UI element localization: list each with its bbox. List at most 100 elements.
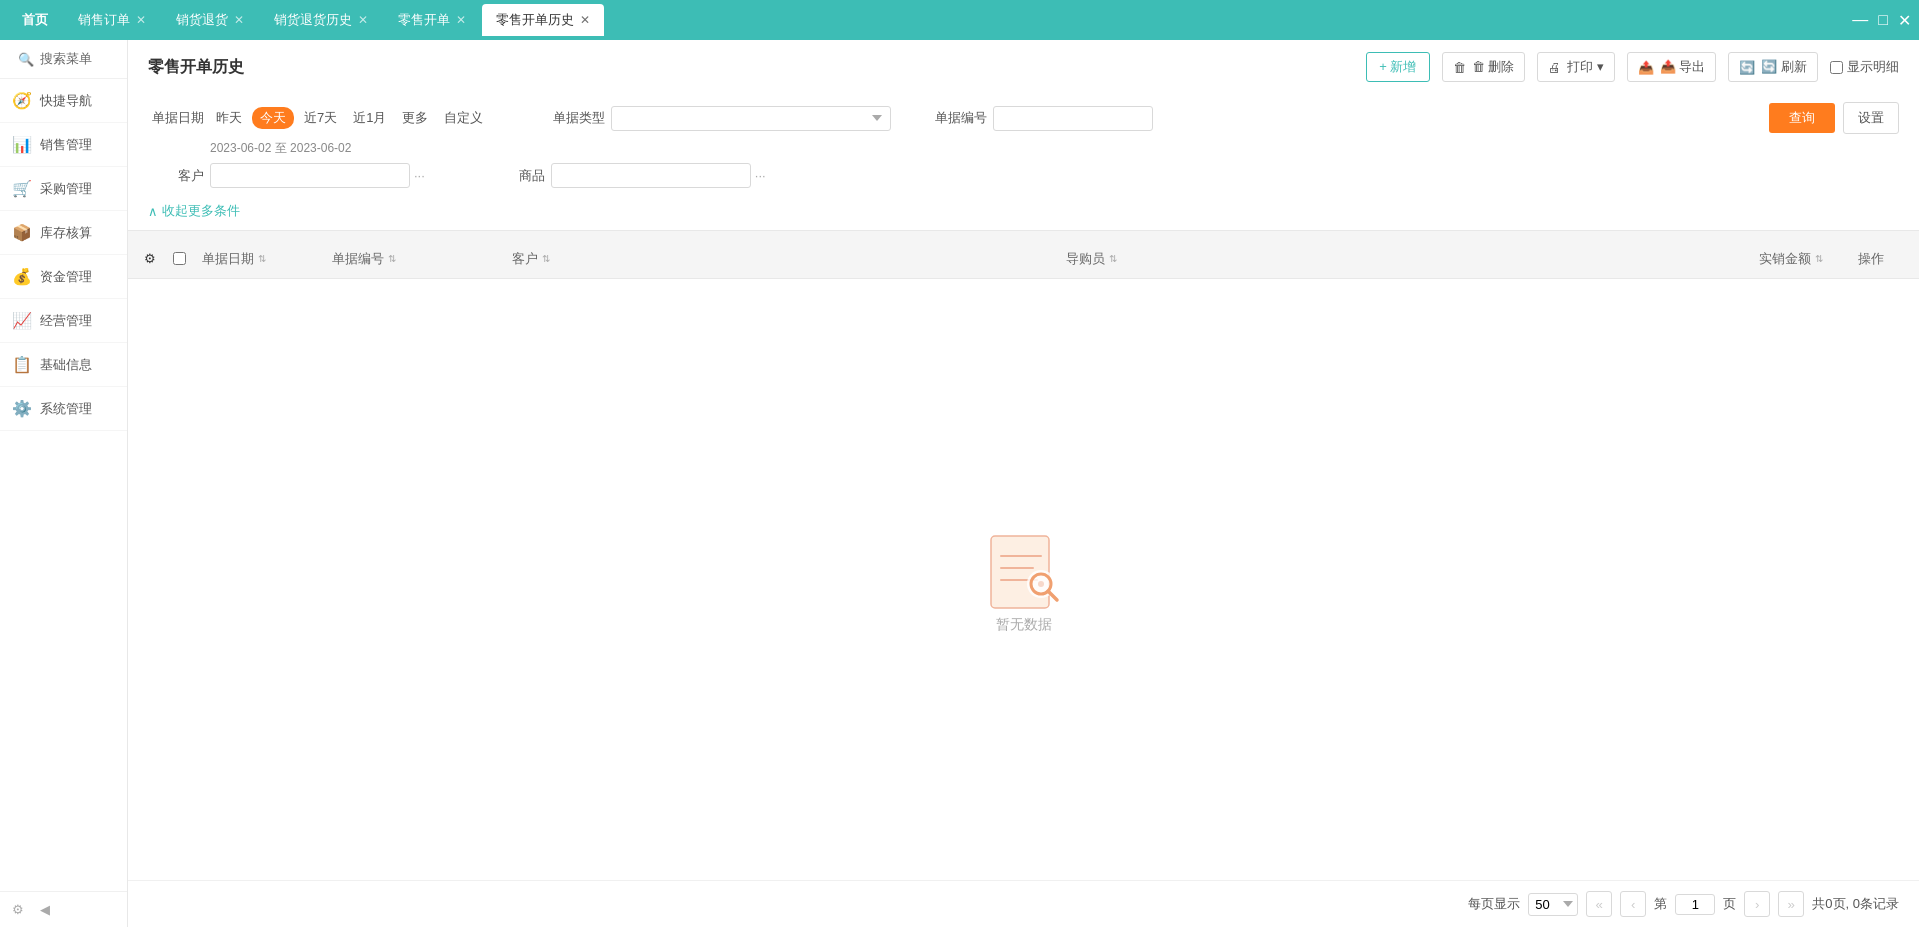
col-header-amount[interactable]: 实销金额 ⇅	[1731, 250, 1831, 268]
filter-customer: 客户 ···	[148, 163, 429, 188]
print-button[interactable]: 🖨 打印 ▾	[1537, 52, 1615, 82]
type-filter-select[interactable]	[611, 106, 891, 131]
window-controls: — □ ✕	[1852, 11, 1911, 30]
tab-sales-return-history[interactable]: 销货退货历史 ✕	[260, 4, 382, 36]
basics-icon: 📋	[12, 355, 32, 374]
product-filter-input[interactable]	[551, 163, 751, 188]
shortcut-today[interactable]: 今天	[252, 107, 294, 129]
page-header: 零售开单历史 + 新增 🗑 🗑 删除 🖨 打印 ▾ 📤 📤 导出	[128, 40, 1919, 231]
export-button[interactable]: 📤 📤 导出	[1627, 52, 1717, 82]
per-page-label: 每页显示	[1468, 895, 1520, 913]
date-range-display: 2023-06-02 至 2023-06-02	[148, 140, 1899, 157]
empty-state: 暂无数据	[128, 279, 1919, 880]
type-filter-label: 单据类型	[549, 109, 605, 127]
query-button[interactable]: 查询	[1769, 103, 1835, 133]
col-header-order-no[interactable]: 单据编号 ⇅	[324, 250, 504, 268]
page-unit: 页	[1723, 895, 1736, 913]
collapse-filter-btn[interactable]: ∧ 收起更多条件	[148, 198, 1899, 230]
collapse-icon: ∧	[148, 204, 158, 219]
col-header-customer[interactable]: 客户 ⇅	[504, 250, 1058, 268]
select-all-checkbox[interactable]	[173, 252, 186, 265]
sort-customer-icon: ⇅	[542, 253, 550, 264]
search-icon: 🔍	[18, 52, 34, 67]
customer-filter-input[interactable]	[210, 163, 410, 188]
sidebar-settings-btn[interactable]: ⚙	[12, 902, 24, 917]
delete-button[interactable]: 🗑 🗑 删除	[1442, 52, 1526, 82]
refresh-icon: 🔄	[1739, 60, 1755, 75]
table-container: ⚙ 单据日期 ⇅ 单据编号 ⇅ 客户 ⇅ 导购员 ⇅	[128, 239, 1919, 880]
shortcut-7days[interactable]: 近7天	[298, 107, 343, 129]
customer-ellipsis-btn[interactable]: ···	[410, 168, 429, 183]
sidebar-item-operations[interactable]: 📈 经营管理	[0, 299, 127, 343]
col-header-guide[interactable]: 导购员 ⇅	[1058, 250, 1178, 268]
tab-close-retail-order[interactable]: ✕	[456, 13, 466, 27]
sort-order-no-icon: ⇅	[388, 253, 396, 264]
filter-order-no: 单据编号	[931, 106, 1153, 131]
sidebar: 🔍 搜索菜单 🧭 快捷导航 📊 销售管理 🛒 采购管理 📦 库存核算 💰 资金管…	[0, 40, 128, 927]
date-filter-label: 单据日期	[148, 109, 204, 127]
date-shortcuts: 昨天 今天 近7天 近1月 更多 自定义	[210, 107, 489, 129]
toolbar: + 新增 🗑 🗑 删除 🖨 打印 ▾ 📤 📤 导出 🔄	[1366, 52, 1899, 82]
table-settings-icon[interactable]: ⚙	[136, 251, 164, 266]
show-detail-checkbox[interactable]: 显示明细	[1830, 58, 1899, 76]
add-button[interactable]: + 新增	[1366, 52, 1429, 82]
customer-filter-label: 客户	[148, 167, 204, 185]
shortcut-yesterday[interactable]: 昨天	[210, 107, 248, 129]
svg-point-8	[1038, 581, 1044, 587]
tab-close-sales-return-history[interactable]: ✕	[358, 13, 368, 27]
inventory-icon: 📦	[12, 223, 32, 242]
finance-icon: 💰	[12, 267, 32, 286]
order-no-filter-input[interactable]	[993, 106, 1153, 131]
empty-icon	[979, 526, 1069, 616]
first-page-btn[interactable]: «	[1586, 891, 1612, 917]
next-page-btn[interactable]: ›	[1744, 891, 1770, 917]
shortcut-more[interactable]: 更多	[396, 107, 434, 129]
sidebar-item-system[interactable]: ⚙️ 系统管理	[0, 387, 127, 431]
filter-type: 单据类型	[549, 106, 891, 131]
sidebar-item-basics[interactable]: 📋 基础信息	[0, 343, 127, 387]
operations-icon: 📈	[12, 311, 32, 330]
per-page-select[interactable]: 50 20 100	[1528, 893, 1578, 916]
sidebar-item-quicknav[interactable]: 🧭 快捷导航	[0, 79, 127, 123]
col-header-date[interactable]: 单据日期 ⇅	[194, 250, 324, 268]
shortcut-custom[interactable]: 自定义	[438, 107, 489, 129]
content-area: 零售开单历史 + 新增 🗑 🗑 删除 🖨 打印 ▾ 📤 📤 导出	[128, 40, 1919, 927]
tab-sales-return[interactable]: 销货退货 ✕	[162, 4, 258, 36]
tab-close-sales-return[interactable]: ✕	[234, 13, 244, 27]
sidebar-item-purchase[interactable]: 🛒 采购管理	[0, 167, 127, 211]
show-detail-input[interactable]	[1830, 61, 1843, 74]
sidebar-search[interactable]: 🔍 搜索菜单	[0, 40, 127, 79]
tab-close-sales-order[interactable]: ✕	[136, 13, 146, 27]
last-page-btn[interactable]: »	[1778, 891, 1804, 917]
sales-icon: 📊	[12, 135, 32, 154]
prev-page-btn[interactable]: ‹	[1620, 891, 1646, 917]
col-header-action: 操作	[1831, 250, 1911, 268]
shortcut-1month[interactable]: 近1月	[347, 107, 392, 129]
sidebar-item-inventory[interactable]: 📦 库存核算	[0, 211, 127, 255]
tab-retail-order-history[interactable]: 零售开单历史 ✕	[482, 4, 604, 36]
page-prefix: 第	[1654, 895, 1667, 913]
tab-retail-order[interactable]: 零售开单 ✕	[384, 4, 480, 36]
sidebar-collapse-btn[interactable]: ◀	[40, 902, 50, 917]
page-input[interactable]	[1675, 894, 1715, 915]
close-btn[interactable]: ✕	[1898, 11, 1911, 30]
tab-close-retail-order-history[interactable]: ✕	[580, 13, 590, 27]
product-ellipsis-btn[interactable]: ···	[751, 168, 770, 183]
table-checkbox-all[interactable]	[164, 252, 194, 265]
refresh-button[interactable]: 🔄 🔄 刷新	[1728, 52, 1818, 82]
sidebar-item-sales[interactable]: 📊 销售管理	[0, 123, 127, 167]
tab-home[interactable]: 首页	[8, 4, 62, 36]
quicknav-icon: 🧭	[12, 91, 32, 110]
delete-icon: 🗑	[1453, 60, 1466, 75]
export-icon: 📤	[1638, 60, 1654, 75]
print-icon: 🖨	[1548, 60, 1561, 75]
settings-button[interactable]: 设置	[1843, 102, 1899, 134]
filter-date: 单据日期 昨天 今天 近7天 近1月 更多 自定义	[148, 107, 489, 129]
minimize-btn[interactable]: —	[1852, 11, 1868, 30]
sidebar-item-finance[interactable]: 💰 资金管理	[0, 255, 127, 299]
sort-date-icon: ⇅	[258, 253, 266, 264]
tab-sales-order[interactable]: 销售订单 ✕	[64, 4, 160, 36]
filter-product: 商品 ···	[489, 163, 770, 188]
maximize-btn[interactable]: □	[1878, 11, 1888, 30]
filter-actions: 查询 设置	[1769, 102, 1899, 134]
